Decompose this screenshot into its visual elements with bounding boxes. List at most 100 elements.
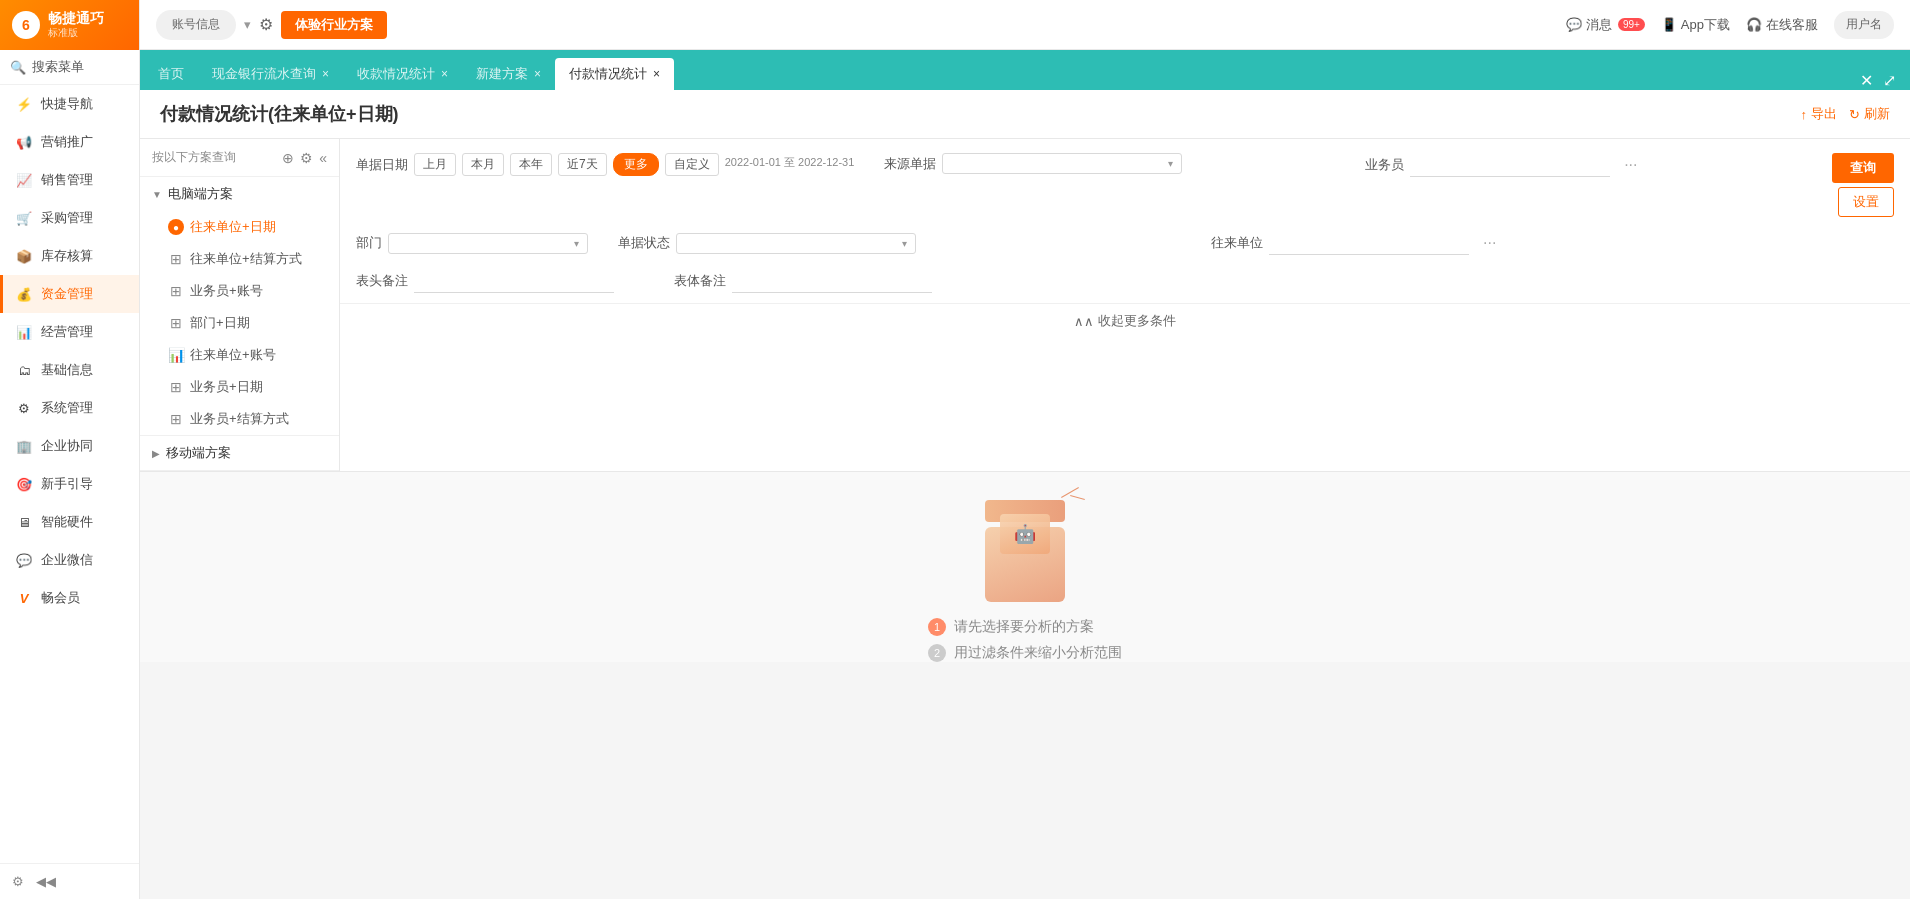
sales-icon: 📈: [15, 171, 33, 189]
staff-dots-icon[interactable]: ···: [1624, 156, 1637, 174]
export-button[interactable]: ↑ 导出: [1801, 105, 1838, 123]
inventory-icon: 📦: [15, 247, 33, 265]
scheme-item-label: 业务员+账号: [190, 282, 263, 300]
sidebar-item-label: 智能硬件: [41, 513, 93, 531]
source-label: 来源单据: [884, 155, 936, 173]
date-btn-custom[interactable]: 自定义: [665, 153, 719, 176]
filter-row-2: 部门 ▾ 单据状态 ▾: [356, 231, 1894, 255]
date-btn-this-month[interactable]: 本月: [462, 153, 504, 176]
tab-label: 新建方案: [476, 65, 528, 83]
collapse-icon[interactable]: ◀◀: [36, 874, 56, 889]
tab-receipt-stats[interactable]: 收款情况统计 ×: [343, 58, 462, 90]
tab-maximize-icon[interactable]: ⤢: [1883, 71, 1896, 90]
filter-unit-group: 往来单位 ···: [1211, 231, 1774, 255]
tab-home[interactable]: 首页: [144, 58, 198, 90]
scheme-group-desktop-header[interactable]: ▼ 电脑端方案: [140, 177, 339, 211]
sidebar-item-marketing[interactable]: 📢 营销推广: [0, 123, 139, 161]
tab-bar: 首页 现金银行流水查询 × 收款情况统计 × 新建方案 × 付款情况统计 × ✕…: [140, 50, 1910, 90]
sidebar-item-hardware[interactable]: 🖥 智能硬件: [0, 503, 139, 541]
header-note-input[interactable]: [414, 269, 614, 293]
vip-icon: V: [15, 589, 33, 607]
trial-button[interactable]: 体验行业方案: [281, 11, 387, 39]
tab-cash-flow[interactable]: 现金银行流水查询 ×: [198, 58, 343, 90]
scheme-table-icon: ⊞: [168, 283, 184, 299]
scheme-collapse-icon[interactable]: «: [319, 150, 327, 166]
tab-close-icon[interactable]: ×: [653, 67, 660, 81]
body-note-input[interactable]: [732, 269, 932, 293]
sidebar-item-basic[interactable]: 🗂 基础信息: [0, 351, 139, 389]
app-download-btn[interactable]: 📱 App下载: [1661, 16, 1730, 34]
action-col: 查询 设置: [1832, 153, 1894, 217]
sidebar-item-sales[interactable]: 📈 销售管理: [0, 161, 139, 199]
search-menu[interactable]: 🔍 搜索菜单: [0, 50, 139, 85]
scheme-settings-icon[interactable]: ⚙: [300, 150, 313, 166]
settings-icon[interactable]: ⚙: [12, 874, 24, 889]
sidebar-item-company[interactable]: 🏢 企业协同: [0, 427, 139, 465]
notifications-btn[interactable]: 💬 消息 99+: [1566, 16, 1645, 34]
collapse-btn[interactable]: ∧∧ 收起更多条件: [340, 303, 1910, 338]
date-btn-this-year[interactable]: 本年: [510, 153, 552, 176]
date-btn-7days[interactable]: 近7天: [558, 153, 607, 176]
logo-text: 畅捷通巧 标准版: [48, 10, 104, 41]
sidebar-item-inventory[interactable]: 📦 库存核算: [0, 237, 139, 275]
tab-close-icon[interactable]: ×: [441, 67, 448, 81]
unit-dots-icon[interactable]: ···: [1483, 234, 1496, 252]
scheme-item-staff-account[interactable]: ⊞ 业务员+账号: [140, 275, 339, 307]
unit-input[interactable]: [1269, 231, 1469, 255]
sidebar-item-quick-nav[interactable]: ⚡ 快捷导航: [0, 85, 139, 123]
sidebar-item-operation[interactable]: 📊 经营管理: [0, 313, 139, 351]
scheme-item-staff-settlement[interactable]: ⊞ 业务员+结算方式: [140, 403, 339, 435]
scheme-item-unit-account[interactable]: 📊 往来单位+账号: [140, 339, 339, 371]
date-btn-last-month[interactable]: 上月: [414, 153, 456, 176]
refresh-button[interactable]: ↻ 刷新: [1849, 105, 1890, 123]
topbar-gear-icon[interactable]: ⚙: [259, 15, 273, 34]
tabs-controls: ✕ ⤢: [1850, 71, 1906, 90]
empty-state-area: 🤖 1 请先选择要分析的方案 2 用过滤条件来缩小分析范围: [140, 472, 1910, 662]
notifications-badge: 99+: [1618, 18, 1645, 31]
filter-voucher-group: 单据状态 ▾: [618, 233, 1181, 254]
topbar-chevron-icon[interactable]: ▾: [244, 17, 251, 32]
source-chevron-icon: ▾: [1168, 158, 1173, 169]
dept-select[interactable]: ▾: [388, 233, 588, 254]
sidebar-item-vip[interactable]: V 畅会员: [0, 579, 139, 617]
sidebar-item-wechat[interactable]: 💬 企业微信: [0, 541, 139, 579]
tab-new-scheme[interactable]: 新建方案 ×: [462, 58, 555, 90]
scheme-item-staff-date[interactable]: ⊞ 业务员+日期: [140, 371, 339, 403]
tab-close-icon[interactable]: ×: [322, 67, 329, 81]
online-service-btn[interactable]: 🎧 在线客服: [1746, 16, 1818, 34]
tab-close-icon[interactable]: ×: [534, 67, 541, 81]
group-label: 电脑端方案: [168, 185, 233, 203]
scheme-item-dept-date[interactable]: ⊞ 部门+日期: [140, 307, 339, 339]
topbar-user[interactable]: 用户名: [1834, 11, 1894, 39]
date-btn-more[interactable]: 更多: [613, 153, 659, 176]
empty-tips: 1 请先选择要分析的方案 2 用过滤条件来缩小分析范围: [928, 618, 1122, 662]
tab-label: 首页: [158, 65, 184, 83]
marketing-icon: 📢: [15, 133, 33, 151]
scheme-sidebar: 按以下方案查询 ⊕ ⚙ « ▼ 电脑端方案 ● 往来单位+日期: [140, 139, 340, 471]
scheme-table-icon: ⊞: [168, 315, 184, 331]
empty-tip-1: 1 请先选择要分析的方案: [928, 618, 1122, 636]
scheme-item-unit-settlement[interactable]: ⊞ 往来单位+结算方式: [140, 243, 339, 275]
settings-button[interactable]: 设置: [1838, 187, 1894, 217]
tab-close-all-icon[interactable]: ✕: [1860, 71, 1873, 90]
staff-label: 业务员: [1365, 156, 1404, 174]
sidebar-item-fund[interactable]: 💰 资金管理: [0, 275, 139, 313]
topbar: 账号信息 ▾ ⚙ 体验行业方案 💬 消息 99+ 📱 App下载 🎧 在线客服 …: [140, 0, 1910, 50]
tab-payment-stats[interactable]: 付款情况统计 ×: [555, 58, 674, 90]
query-button[interactable]: 查询: [1832, 153, 1894, 183]
sidebar-item-guide[interactable]: 🎯 新手引导: [0, 465, 139, 503]
wechat-icon: 💬: [15, 551, 33, 569]
voucher-status-select[interactable]: ▾: [676, 233, 916, 254]
scheme-item-unit-date[interactable]: ● 往来单位+日期: [140, 211, 339, 243]
staff-input[interactable]: [1410, 153, 1610, 177]
operation-icon: 📊: [15, 323, 33, 341]
scheme-group-desktop: ▼ 电脑端方案 ● 往来单位+日期 ⊞ 往来单位+结算方式 ⊞ 业务员+账号: [140, 177, 339, 436]
source-select[interactable]: ▾: [942, 153, 1182, 174]
filter-panel: 单据日期 上月 本月 本年 近7天 更多 自定义 2022-01-01 至 20…: [340, 139, 1910, 471]
empty-state: 🤖 1 请先选择要分析的方案 2 用过滤条件来缩小分析范围: [928, 492, 1122, 662]
sidebar-item-system[interactable]: ⚙ 系统管理: [0, 389, 139, 427]
scheme-group-mobile-header[interactable]: ▶ 移动端方案: [140, 436, 339, 470]
sidebar-item-purchase[interactable]: 🛒 采购管理: [0, 199, 139, 237]
add-scheme-icon[interactable]: ⊕: [282, 150, 294, 166]
topbar-profile[interactable]: 账号信息: [156, 10, 236, 40]
